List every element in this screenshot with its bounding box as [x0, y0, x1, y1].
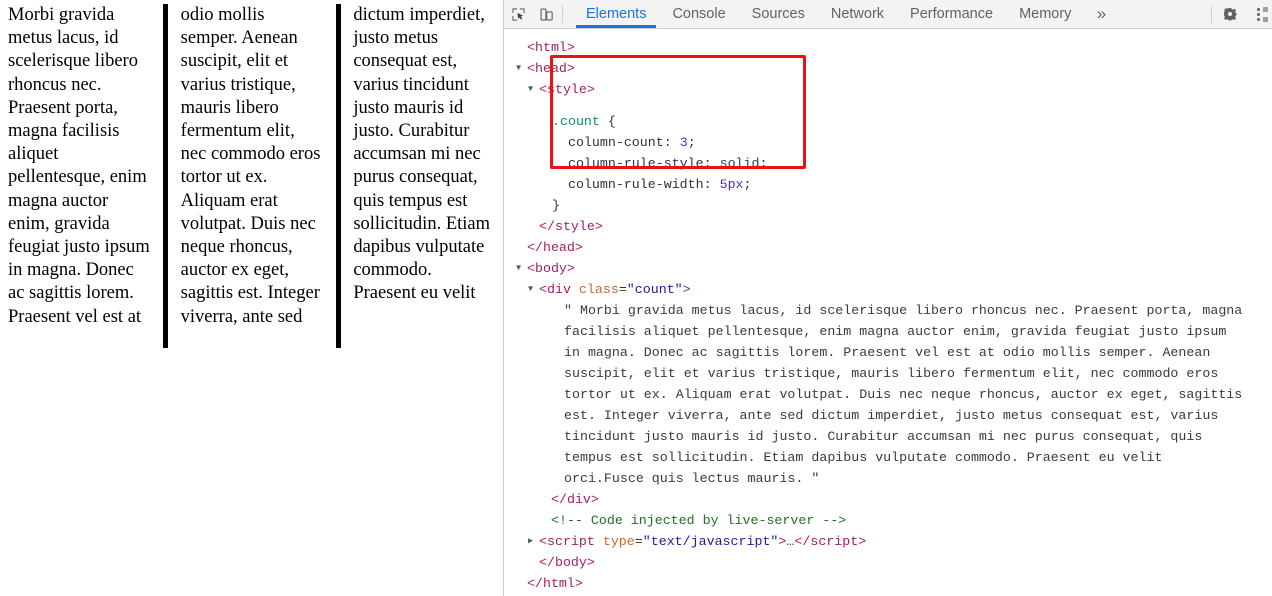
device-toolbar-glyph	[540, 8, 553, 21]
chevron-down-icon[interactable]: ▼	[516, 58, 527, 79]
disclosure-triangle-placeholder: ▼	[516, 37, 527, 58]
dom-text-node-line: " Morbi gravida metus lacus, id sceleris…	[564, 303, 1243, 318]
chevron-right-icon[interactable]: ▶	[528, 531, 539, 552]
tab-elements-label: Elements	[586, 6, 647, 22]
div-close-tag: </div>	[551, 492, 599, 507]
body-close-tag: </body>	[539, 555, 595, 570]
css-rule-block[interactable]: .count { column-count: 3; column-rule-st…	[504, 111, 1272, 216]
gear-icon[interactable]	[1216, 0, 1244, 28]
dom-text-node-line: est. Integer viverra, ante sed dictum im…	[564, 408, 1219, 423]
tab-memory-label: Memory	[1019, 6, 1072, 22]
dom-text-node-line: facilisis aliquet pellentesque, enim mag…	[564, 324, 1227, 339]
dom-node-div-close[interactable]: ▼</div>	[504, 489, 1272, 510]
div-open-tag-end: >	[682, 282, 691, 297]
panel-edge-icon[interactable]	[1263, 0, 1272, 29]
tab-network-label: Network	[830, 6, 885, 22]
dom-text-node-line: tempus est sollicitudin. Etiam dapibus v…	[564, 450, 1163, 465]
script-close-tag: </script>	[794, 534, 867, 549]
script-attr-equals: =	[634, 534, 643, 549]
multi-column-text: Morbi gravida metus lacus, id scelerisqu…	[8, 5, 490, 327]
div-attr-equals: =	[618, 282, 627, 297]
css-property-column-rule-width: column-rule-width	[567, 177, 704, 192]
div-open-tag: <div	[539, 282, 571, 297]
tab-elements[interactable]: Elements	[573, 0, 659, 28]
css-property-column-rule-style: column-rule-style	[567, 156, 704, 171]
inspect-element-icon[interactable]	[504, 0, 532, 28]
live-server-comment: <!-- Code injected by live-server -->	[551, 513, 847, 528]
div-class-attr-name: class	[578, 282, 619, 297]
dom-text-node-line: tincidunt justo mauris id justo. Curabit…	[564, 429, 1203, 444]
tab-console[interactable]: Console	[659, 0, 738, 28]
tab-performance[interactable]: Performance	[897, 0, 1006, 28]
css-close-brace: }	[552, 198, 560, 213]
css-declaration-1: column-count: 3;	[567, 135, 696, 150]
css-close-brace-line: }	[552, 195, 1272, 216]
tab-memory[interactable]: Memory	[1006, 0, 1084, 28]
html-open-tag: <html>	[527, 40, 575, 55]
dom-text-node-line: orci.Fusce quis lectus mauris. "	[564, 471, 820, 486]
inspect-element-glyph	[511, 7, 525, 21]
css-selector-line: .count {	[552, 111, 1272, 132]
chevron-down-icon[interactable]: ▼	[528, 79, 539, 100]
devtools-toolbar: Elements Console Sources Network Perform…	[504, 0, 1272, 29]
css-open-brace: {	[607, 114, 616, 129]
dom-text-node-line: suscipit, elit et varius tristique, maur…	[564, 366, 1219, 381]
css-value-column-count: 3	[679, 135, 688, 150]
css-property-column-count: column-count	[567, 135, 664, 150]
dom-text-node-line: in magna. Donec ac sagittis lorem. Praes…	[564, 345, 1211, 360]
dom-node-head-open[interactable]: ▼ <head>	[504, 58, 1272, 79]
head-close-tag: </head>	[527, 240, 583, 255]
script-type-attr-name: type	[602, 534, 635, 549]
rendered-page-pane: Morbi gravida metus lacus, id scelerisqu…	[0, 0, 503, 596]
css-value-column-rule-width: 5px	[719, 177, 744, 192]
style-close-tag: </style>	[539, 219, 603, 234]
dom-node-comment[interactable]: ▼<!-- Code injected by live-server -->	[504, 510, 1272, 531]
div-class-attr-value: "count"	[626, 282, 683, 297]
dom-node-style-open[interactable]: ▼ <style>	[504, 79, 1272, 100]
dom-node-head-close[interactable]: ▼</head>	[504, 237, 1272, 258]
tab-performance-label: Performance	[910, 6, 994, 22]
dom-node-body-close[interactable]: ▼</body>	[504, 552, 1272, 573]
chevron-down-icon[interactable]: ▼	[516, 258, 527, 279]
css-declaration-2: column-rule-style: solid;	[567, 156, 768, 171]
dom-node-html-close[interactable]: ▼</html>	[504, 573, 1272, 594]
dom-node-html-open[interactable]: ▼<html>	[504, 37, 1272, 58]
script-open-tag: <script	[539, 534, 595, 549]
devtools-tab-bar: Elements Console Sources Network Perform…	[573, 0, 1084, 28]
device-toolbar-icon[interactable]	[532, 0, 560, 28]
css-declaration-3: column-rule-width: 5px;	[567, 177, 752, 192]
gear-glyph	[1224, 8, 1237, 21]
more-tabs-icon[interactable]: »	[1084, 0, 1118, 28]
toolbar-divider	[562, 5, 563, 23]
toolbar-divider-right	[1211, 5, 1212, 23]
app-root: Morbi gravida metus lacus, id scelerisqu…	[0, 0, 1272, 596]
head-open-tag: <head>	[527, 61, 575, 76]
tab-console-label: Console	[672, 6, 726, 22]
dom-node-div-open[interactable]: ▼ <div class="count">	[504, 279, 1272, 300]
dom-node-style-close[interactable]: ▼</style>	[504, 216, 1272, 237]
dom-tree-view[interactable]: ▼<html> ▼<head> ▼<style> .count { column…	[504, 29, 1272, 596]
html-close-tag: </html>	[527, 576, 583, 591]
chevron-down-icon[interactable]: ▼	[528, 279, 539, 300]
dom-node-script[interactable]: ▶ <script type="text/javascript">…</scrip…	[504, 531, 1272, 552]
css-value-column-rule-style: solid	[719, 156, 760, 171]
style-open-tag: <style>	[539, 82, 595, 97]
kebab-glyph	[1256, 7, 1260, 21]
script-type-attr-value: "text/javascript"	[642, 534, 779, 549]
devtools-panel: Elements Console Sources Network Perform…	[503, 0, 1272, 596]
css-selector: .count	[552, 114, 600, 129]
body-open-tag: <body>	[527, 261, 575, 276]
tab-network[interactable]: Network	[818, 0, 897, 28]
dom-text-node-line: tortor ut ex. Aliquam erat volutpat. Dui…	[564, 387, 1243, 402]
tab-sources-label: Sources	[751, 6, 805, 22]
tab-sources[interactable]: Sources	[739, 0, 818, 28]
dom-node-body-open[interactable]: ▼ <body>	[504, 258, 1272, 279]
